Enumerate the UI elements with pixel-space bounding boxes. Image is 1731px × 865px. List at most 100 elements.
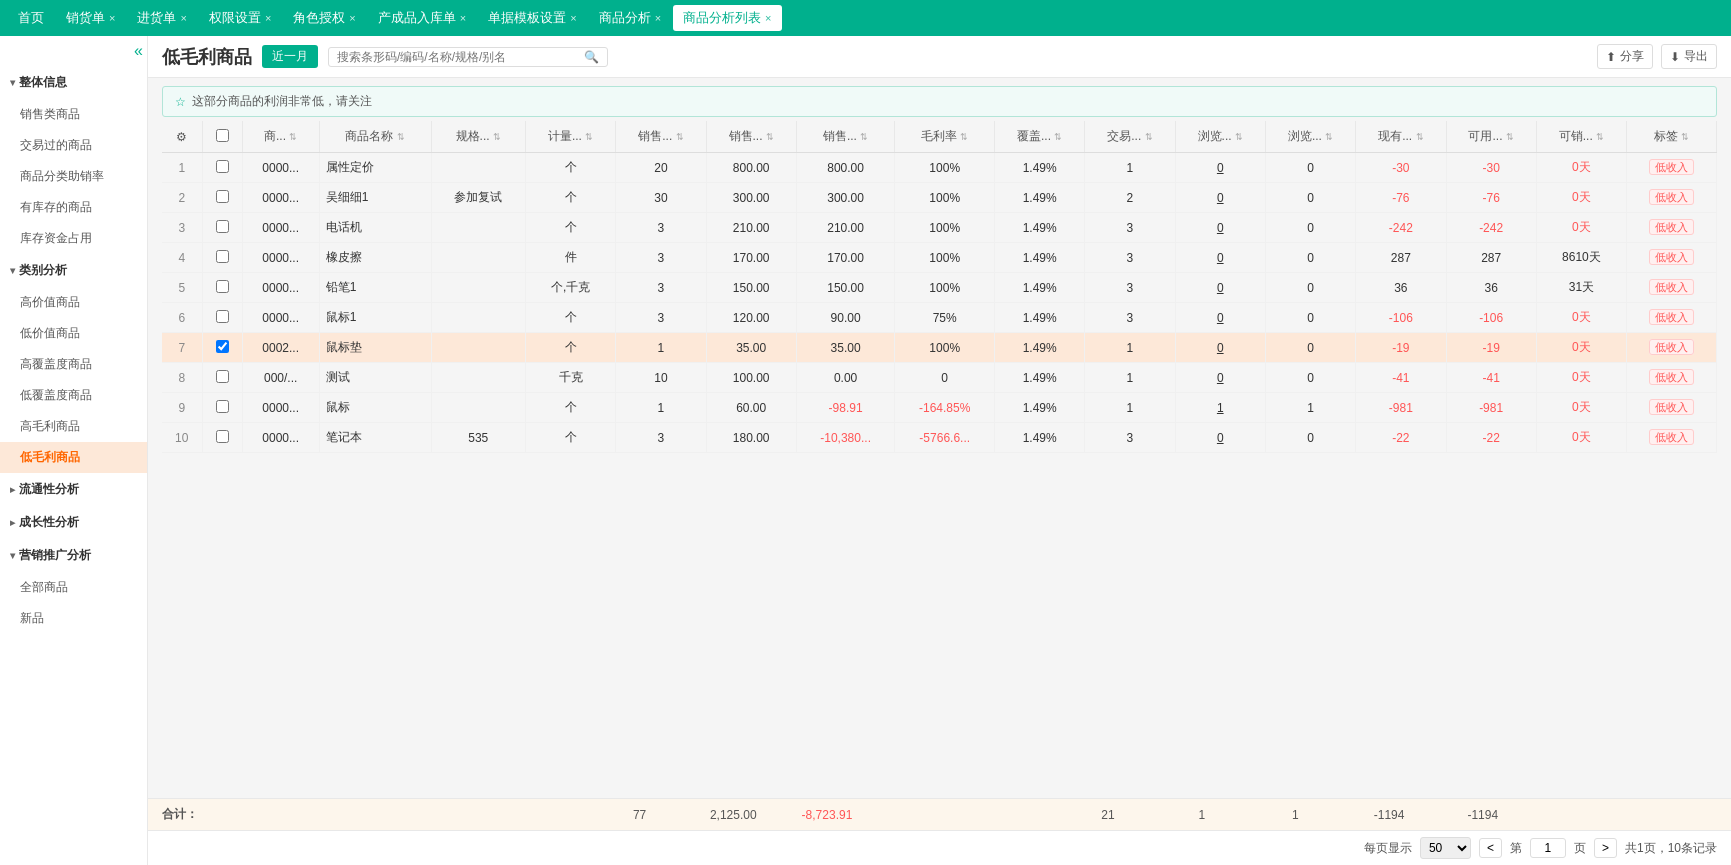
col-header-sales_profit[interactable]: 销售... ⇅ — [796, 121, 895, 153]
sidebar-group-1[interactable]: ▾类别分析 — [0, 254, 147, 287]
nav-item-商品分析[interactable]: 商品分析× — [589, 5, 671, 31]
sort-icon[interactable]: ⇅ — [1145, 132, 1153, 142]
sidebar-item-有库存的商品[interactable]: 有库存的商品 — [0, 192, 147, 223]
sidebar-item-低毛利商品[interactable]: 低毛利商品 — [0, 442, 147, 473]
sort-icon[interactable]: ⇅ — [766, 132, 774, 142]
table-row[interactable]: 90000...鼠标个160.00-98.91-164.85%1.49%111-… — [162, 393, 1717, 423]
sidebar-item-高毛利商品[interactable]: 高毛利商品 — [0, 411, 147, 442]
col-header-browse1[interactable]: 浏览... ⇅ — [1175, 121, 1265, 153]
col-header-coverage[interactable]: 覆盖... ⇅ — [995, 121, 1085, 153]
sidebar-item-高价值商品[interactable]: 高价值商品 — [0, 287, 147, 318]
col-header-code[interactable]: 商... ⇅ — [242, 121, 319, 153]
sort-icon[interactable]: ⇅ — [1235, 132, 1243, 142]
row-checkbox[interactable] — [216, 310, 229, 323]
sort-icon[interactable]: ⇅ — [585, 132, 593, 142]
sort-icon[interactable]: ⇅ — [289, 132, 297, 142]
search-input[interactable] — [337, 50, 584, 64]
sort-icon[interactable]: ⇅ — [960, 132, 968, 142]
close-icon[interactable]: × — [570, 12, 576, 24]
nav-item-单据模板设置[interactable]: 单据模板设置× — [478, 5, 586, 31]
col-header-settings[interactable]: ⚙ — [162, 121, 202, 153]
sort-icon[interactable]: ⇅ — [1681, 132, 1689, 142]
sidebar-collapse-button[interactable]: « — [0, 36, 147, 66]
sidebar-group-4[interactable]: ▾营销推广分析 — [0, 539, 147, 572]
sidebar-item-库存资金占用[interactable]: 库存资金占用 — [0, 223, 147, 254]
col-header-unit[interactable]: 计量... ⇅ — [525, 121, 615, 153]
search-icon[interactable]: 🔍 — [584, 50, 599, 64]
sort-icon[interactable]: ⇅ — [397, 132, 405, 142]
sidebar-item-全部商品[interactable]: 全部商品 — [0, 572, 147, 603]
row-checkbox[interactable] — [216, 400, 229, 413]
close-icon[interactable]: × — [180, 12, 186, 24]
filter-button[interactable]: 近一月 — [262, 45, 318, 68]
sidebar-item-销售类商品[interactable]: 销售类商品 — [0, 99, 147, 130]
select-all-checkbox[interactable] — [216, 129, 229, 142]
table-row[interactable]: 10000...属性定价个20800.00800.00100%1.49%100-… — [162, 153, 1717, 183]
table-row[interactable]: 50000...铅笔1个,千克3150.00150.00100%1.49%300… — [162, 273, 1717, 303]
col-header-browse2[interactable]: 浏览... ⇅ — [1265, 121, 1355, 153]
nav-item-首页[interactable]: 首页 — [8, 5, 54, 31]
sort-icon[interactable]: ⇅ — [1416, 132, 1424, 142]
col-header-current_stock[interactable]: 现有... ⇅ — [1356, 121, 1446, 153]
col-header-trans_count[interactable]: 交易... ⇅ — [1085, 121, 1175, 153]
row-checkbox[interactable] — [216, 160, 229, 173]
close-icon[interactable]: × — [655, 12, 661, 24]
table-row[interactable]: 8000/...测试千克10100.000.0001.49%100-41-410… — [162, 363, 1717, 393]
col-header-saleable_days[interactable]: 可销... ⇅ — [1536, 121, 1626, 153]
close-icon[interactable]: × — [265, 12, 271, 24]
sort-icon[interactable]: ⇅ — [1325, 132, 1333, 142]
table-wrapper[interactable]: ⚙商... ⇅商品名称 ⇅规格... ⇅计量... ⇅销售... ⇅销售... … — [162, 121, 1717, 798]
sidebar-item-高覆盖度商品[interactable]: 高覆盖度商品 — [0, 349, 147, 380]
table-row[interactable]: 20000...吴细细1参加复试个30300.00300.00100%1.49%… — [162, 183, 1717, 213]
nav-item-权限设置[interactable]: 权限设置× — [199, 5, 281, 31]
sort-icon[interactable]: ⇅ — [493, 132, 501, 142]
row-checkbox[interactable] — [216, 280, 229, 293]
col-header-sales_price[interactable]: 销售... ⇅ — [706, 121, 796, 153]
export-button[interactable]: ⬇ 导出 — [1661, 44, 1717, 69]
page-input[interactable] — [1530, 838, 1566, 858]
close-icon[interactable]: × — [109, 12, 115, 24]
per-page-select[interactable]: 50 20 100 — [1420, 837, 1471, 859]
sidebar-group-3[interactable]: ▸成长性分析 — [0, 506, 147, 539]
row-checkbox[interactable] — [216, 220, 229, 233]
close-icon[interactable]: × — [349, 12, 355, 24]
row-checkbox[interactable] — [216, 430, 229, 443]
sort-icon[interactable]: ⇅ — [860, 132, 868, 142]
prev-page-button[interactable]: < — [1479, 838, 1502, 858]
table-row[interactable]: 30000...电话机个3210.00210.00100%1.49%300-24… — [162, 213, 1717, 243]
sidebar-group-0[interactable]: ▾整体信息 — [0, 66, 147, 99]
row-checkbox[interactable] — [216, 250, 229, 263]
sidebar-item-交易过的商品[interactable]: 交易过的商品 — [0, 130, 147, 161]
col-header-sales_qty[interactable]: 销售... ⇅ — [616, 121, 706, 153]
row-checkbox[interactable] — [216, 190, 229, 203]
row-checkbox[interactable] — [216, 340, 229, 353]
nav-item-销货单[interactable]: 销货单× — [56, 5, 125, 31]
sidebar-item-低覆盖度商品[interactable]: 低覆盖度商品 — [0, 380, 147, 411]
sort-icon[interactable]: ⇅ — [1596, 132, 1604, 142]
nav-item-进货单[interactable]: 进货单× — [127, 5, 196, 31]
col-header-gross_margin[interactable]: 毛利率 ⇅ — [895, 121, 995, 153]
sidebar-item-新品[interactable]: 新品 — [0, 603, 147, 634]
sort-icon[interactable]: ⇅ — [1506, 132, 1514, 142]
sort-icon[interactable]: ⇅ — [676, 132, 684, 142]
table-row[interactable]: 40000...橡皮擦件3170.00170.00100%1.49%300287… — [162, 243, 1717, 273]
next-page-button[interactable]: > — [1594, 838, 1617, 858]
nav-item-角色授权[interactable]: 角色授权× — [283, 5, 365, 31]
row-checkbox[interactable] — [216, 370, 229, 383]
nav-item-商品分析列表[interactable]: 商品分析列表× — [673, 5, 781, 31]
share-button[interactable]: ⬆ 分享 — [1597, 44, 1653, 69]
nav-item-产成品入库单[interactable]: 产成品入库单× — [368, 5, 476, 31]
close-icon[interactable]: × — [460, 12, 466, 24]
sidebar-item-商品分类助销率[interactable]: 商品分类助销率 — [0, 161, 147, 192]
table-row[interactable]: 100000...笔记本535个3180.00-10,380...-5766.6… — [162, 423, 1717, 453]
col-header-checkbox[interactable] — [202, 121, 242, 153]
sidebar-item-低价值商品[interactable]: 低价值商品 — [0, 318, 147, 349]
col-header-name[interactable]: 商品名称 ⇅ — [319, 121, 431, 153]
sidebar-group-2[interactable]: ▸流通性分析 — [0, 473, 147, 506]
table-row[interactable]: 70002...鼠标垫个135.0035.00100%1.49%100-19-1… — [162, 333, 1717, 363]
close-icon[interactable]: × — [765, 12, 771, 24]
col-header-tag[interactable]: 标签 ⇅ — [1627, 121, 1717, 153]
sort-icon[interactable]: ⇅ — [1054, 132, 1062, 142]
table-row[interactable]: 60000...鼠标1个3120.0090.0075%1.49%300-106-… — [162, 303, 1717, 333]
col-header-available_stock[interactable]: 可用... ⇅ — [1446, 121, 1536, 153]
